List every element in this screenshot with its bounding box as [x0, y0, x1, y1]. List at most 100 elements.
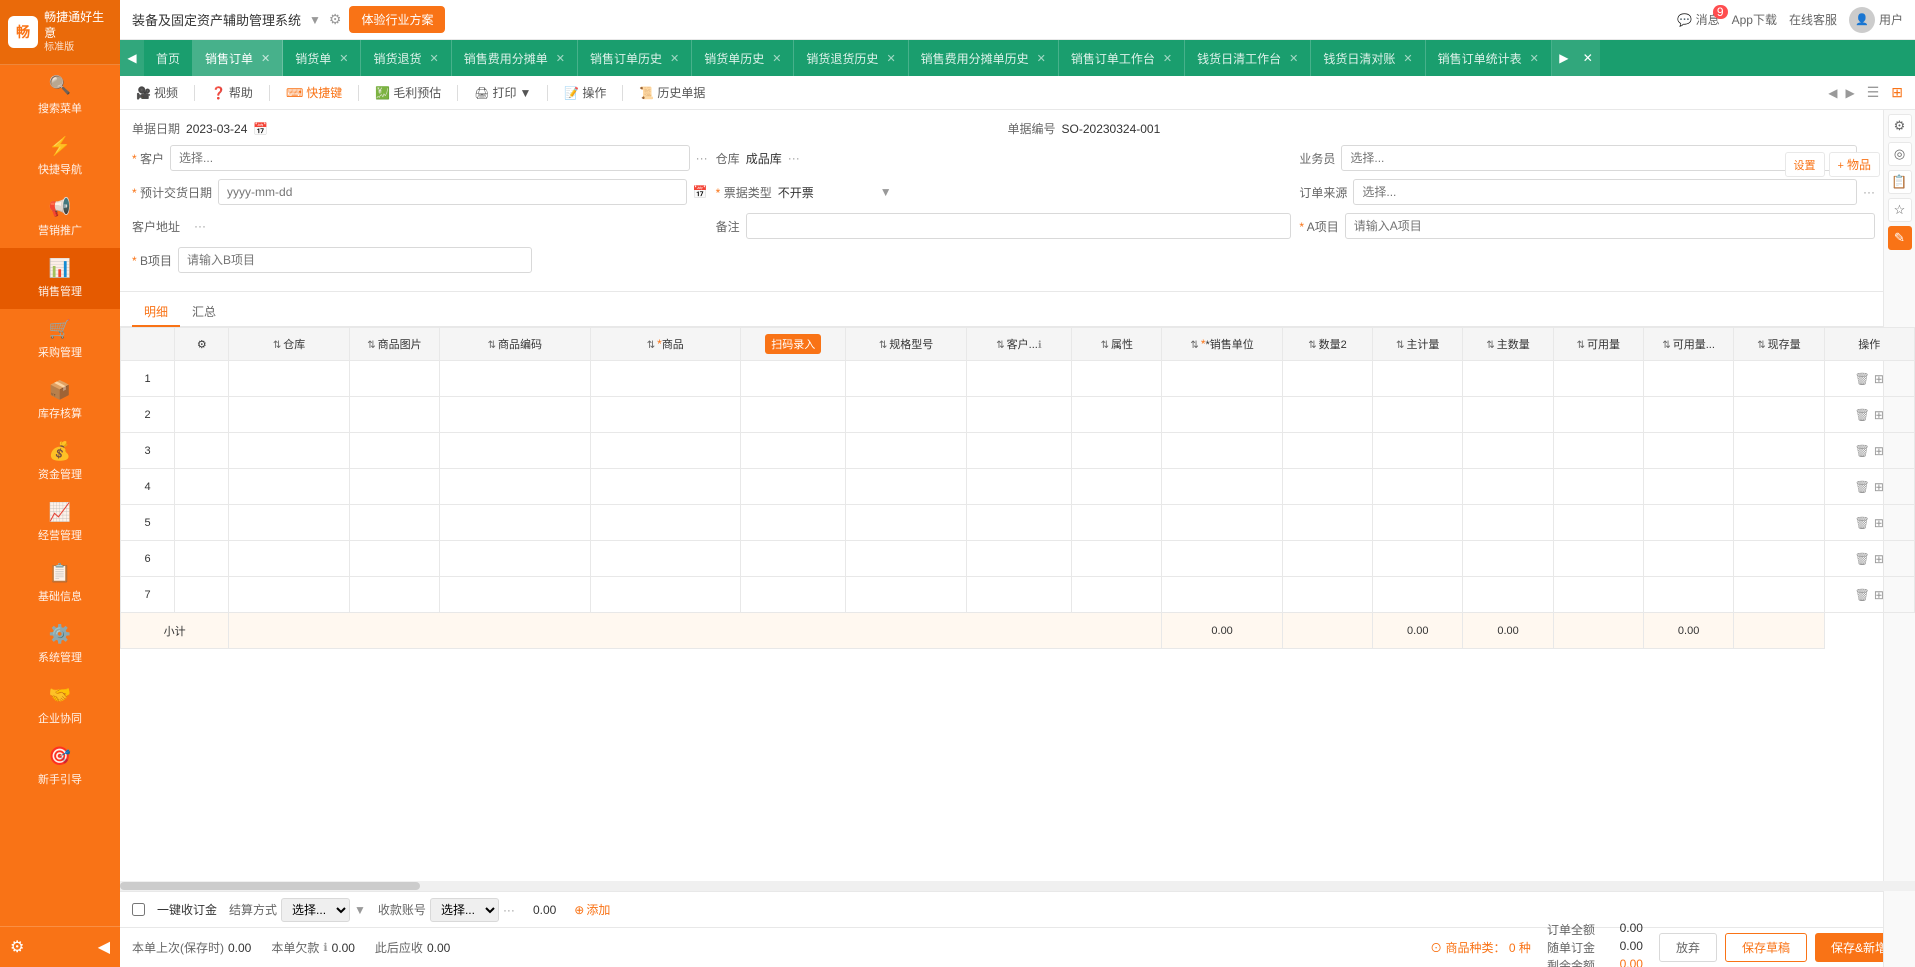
cell-6-row-1[interactable]: [966, 361, 1071, 397]
scroll-thumb[interactable]: [120, 882, 420, 890]
cell-4-row-3[interactable]: [741, 433, 846, 469]
cell-0-row-2[interactable]: [229, 397, 349, 433]
cell-5-row-4[interactable]: [846, 469, 966, 505]
cell-9-row-3[interactable]: [1282, 433, 1372, 469]
tab-close-10[interactable]: ✕: [1289, 52, 1298, 65]
cell-1-row-2[interactable]: [349, 397, 439, 433]
cell-3-row-1[interactable]: [590, 361, 741, 397]
method-select[interactable]: 选择...: [281, 898, 350, 922]
cell-12-row-6[interactable]: [1553, 541, 1643, 577]
a-project-input[interactable]: [1345, 213, 1875, 239]
cell-10-row-2[interactable]: [1373, 397, 1463, 433]
add-product-btn[interactable]: + 物品: [1829, 152, 1881, 177]
print-btn[interactable]: 🖨 打印 ▼: [470, 82, 535, 103]
cell-11-row-1[interactable]: [1463, 361, 1553, 397]
cell-4-row-4[interactable]: [741, 469, 846, 505]
tab-close-all[interactable]: ✕: [1576, 40, 1600, 76]
cell-12-row-2[interactable]: [1553, 397, 1643, 433]
delivery-input[interactable]: [218, 179, 687, 205]
cell-6-row-7[interactable]: [966, 577, 1071, 613]
cell-11-row-7[interactable]: [1463, 577, 1553, 613]
tab-prev-arrow[interactable]: ◀: [120, 40, 144, 76]
tab-close-11[interactable]: ✕: [1403, 52, 1412, 65]
cell-5-row-3[interactable]: [846, 433, 966, 469]
cell-13-row-7[interactable]: [1643, 577, 1733, 613]
cell-7-row-3[interactable]: [1072, 433, 1162, 469]
tab-3[interactable]: 销货退货✕: [361, 40, 451, 76]
cell-3-row-2[interactable]: [590, 397, 741, 433]
cell-10-row-1[interactable]: [1373, 361, 1463, 397]
cell-13-row-6[interactable]: [1643, 541, 1733, 577]
tab-next-arrow[interactable]: ▶: [1552, 40, 1576, 76]
cell-13-row-2[interactable]: [1643, 397, 1733, 433]
collapse-icon[interactable]: ◀: [98, 937, 110, 957]
cell-11-row-3[interactable]: [1463, 433, 1553, 469]
cell-5-row-5[interactable]: [846, 505, 966, 541]
cell-8-row-4[interactable]: [1162, 469, 1282, 505]
tab-close-5[interactable]: ✕: [670, 52, 679, 65]
cell-4-row-6[interactable]: [741, 541, 846, 577]
cell-6-row-5[interactable]: [966, 505, 1071, 541]
cell-0-row-5[interactable]: [229, 505, 349, 541]
add-payment-btn[interactable]: ⊕ 添加: [574, 901, 610, 918]
cell-12-row-5[interactable]: [1553, 505, 1643, 541]
cell-2-row-3[interactable]: [440, 433, 591, 469]
cell-5-row-1[interactable]: [846, 361, 966, 397]
cell-14-row-2[interactable]: [1734, 397, 1824, 433]
sidebar-item-basic-info[interactable]: 📋 基础信息: [0, 553, 120, 614]
view-btn[interactable]: 🎥 视频: [132, 82, 182, 103]
cell-5-row-6[interactable]: [846, 541, 966, 577]
cell-3-row-5[interactable]: [590, 505, 741, 541]
tab-10[interactable]: 钱货日清工作台✕: [1185, 40, 1311, 76]
cell-14-row-3[interactable]: [1734, 433, 1824, 469]
cell-0-row-3[interactable]: [229, 433, 349, 469]
tab-close-9[interactable]: ✕: [1163, 52, 1172, 65]
tab-1[interactable]: 销售订单✕: [193, 40, 283, 76]
tab-8[interactable]: 销售费用分摊单历史✕: [909, 40, 1059, 76]
cell-4-row-1[interactable]: [741, 361, 846, 397]
tab-close-12[interactable]: ✕: [1530, 52, 1539, 65]
delete-icon[interactable]: 🗑: [1855, 480, 1870, 494]
cell-11-row-6[interactable]: [1463, 541, 1553, 577]
profit-btn[interactable]: 💹 毛利预估: [371, 82, 445, 103]
cell-0-row-6[interactable]: [229, 541, 349, 577]
copy-icon[interactable]: ⊞: [1874, 552, 1884, 566]
sidebar-item-search[interactable]: 🔍 搜索菜单: [0, 65, 120, 126]
cell-2-row-5[interactable]: [440, 505, 591, 541]
notification-area[interactable]: 💬 9 消息: [1677, 11, 1719, 28]
industry-btn[interactable]: 体验行业方案: [349, 6, 445, 33]
delete-icon[interactable]: 🗑: [1855, 516, 1870, 530]
sidebar-item-system[interactable]: ⚙️ 系统管理: [0, 614, 120, 675]
order-source-dots[interactable]: ···: [1863, 185, 1875, 199]
account-select[interactable]: 选择...: [430, 898, 499, 922]
cell-14-row-5[interactable]: [1734, 505, 1824, 541]
th-product[interactable]: ⇅*商品: [590, 328, 741, 361]
copy-icon[interactable]: ⊞: [1874, 516, 1884, 530]
cell-8-row-3[interactable]: [1162, 433, 1282, 469]
warehouse-value[interactable]: 成品库: [746, 150, 782, 167]
cell-1-row-7[interactable]: [349, 577, 439, 613]
cell-7-row-5[interactable]: [1072, 505, 1162, 541]
history-btn[interactable]: 📜 历史单据: [635, 82, 709, 103]
cell-12-row-1[interactable]: [1553, 361, 1643, 397]
list-view-btn[interactable]: ☰: [1867, 84, 1880, 101]
detail-tab-0[interactable]: 明细: [132, 298, 180, 327]
bill-date-value[interactable]: 2023-03-24: [186, 122, 247, 136]
tab-close-8[interactable]: ✕: [1037, 52, 1046, 65]
cell-2-row-1[interactable]: [440, 361, 591, 397]
cell-10-row-5[interactable]: [1373, 505, 1463, 541]
scroll-track[interactable]: [120, 881, 1915, 891]
cell-0-row-1[interactable]: [229, 361, 349, 397]
sidebar-item-sales[interactable]: 📊 销售管理: [0, 248, 120, 309]
cell-11-row-4[interactable]: [1463, 469, 1553, 505]
operate-btn[interactable]: 📝 操作: [560, 82, 610, 103]
cell-8-row-6[interactable]: [1162, 541, 1282, 577]
salesperson-input[interactable]: [1341, 145, 1857, 171]
invoice-value[interactable]: 不开票: [778, 184, 814, 201]
cell-3-row-4[interactable]: [590, 469, 741, 505]
cell-2-row-7[interactable]: [440, 577, 591, 613]
sidebar-item-marketing[interactable]: 📢 营销推广: [0, 187, 120, 248]
shortcut-btn[interactable]: ⌨ 快捷键: [282, 82, 346, 103]
cell-8-row-7[interactable]: [1162, 577, 1282, 613]
cell-13-row-1[interactable]: [1643, 361, 1733, 397]
